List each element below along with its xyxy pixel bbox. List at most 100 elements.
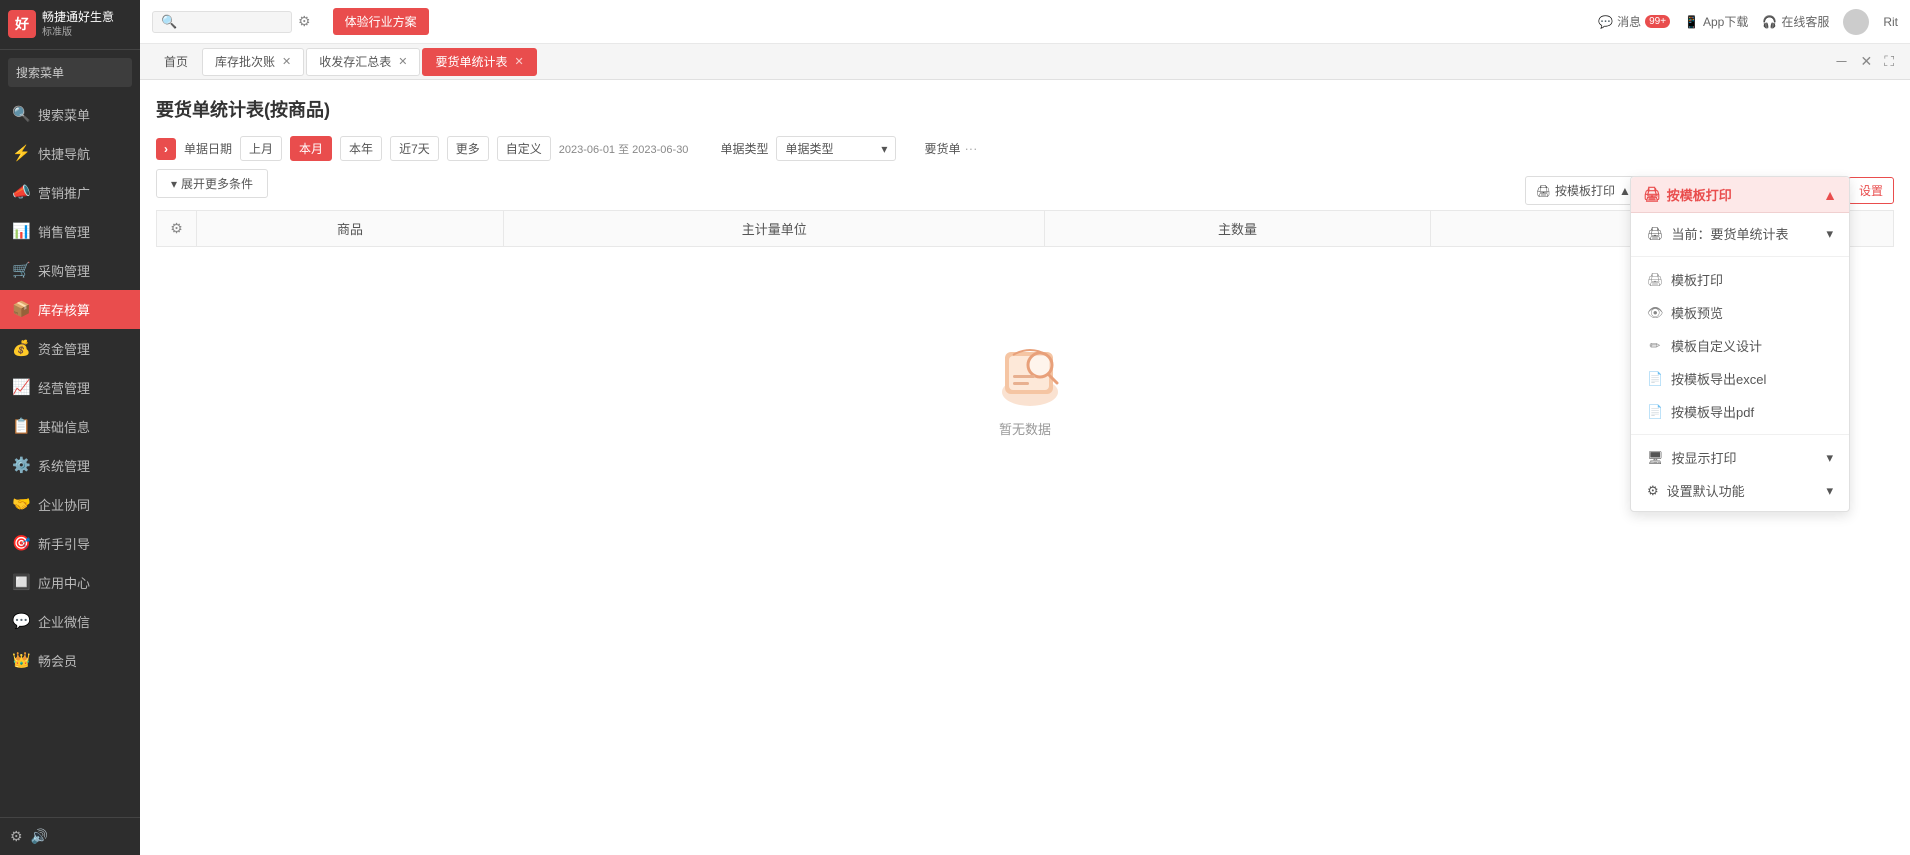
sidebar-item-member[interactable]: 👑 畅会员: [0, 641, 140, 680]
avatar: [1843, 9, 1869, 35]
print-dropdown-btn[interactable]: 🖨 按模板打印 ▲: [1525, 176, 1642, 205]
chevron-right-icon-2: ▾: [1826, 450, 1833, 466]
support-item[interactable]: 🎧 在线客服: [1762, 13, 1829, 30]
app-logo-icon: 好: [8, 10, 36, 38]
crown-icon: 👑: [12, 651, 30, 669]
tab-home[interactable]: 首页: [152, 48, 200, 76]
app-icon: 📱: [1684, 15, 1699, 29]
topbar-gear-btn[interactable]: ⚙: [298, 13, 311, 30]
sidebar-item-wechat[interactable]: 💬 企业微信: [0, 602, 140, 641]
dropdown-template-excel[interactable]: 📄 按模板导出excel: [1631, 362, 1849, 395]
dropdown-template-preview[interactable]: 👁 模板预览: [1631, 296, 1849, 329]
cargo-filter-label: 要货单: [924, 140, 960, 157]
gear-settings-icon: ⚙: [298, 13, 311, 29]
message-icon: 💬: [1598, 15, 1613, 29]
col-product: 商品: [197, 211, 504, 247]
topbar-search-area[interactable]: 🔍: [152, 11, 292, 33]
sidebar-search-btn[interactable]: 搜索菜单: [8, 58, 132, 87]
grid-icon: 🔲: [12, 573, 30, 591]
tab-order-stats[interactable]: 要货单统计表 ✕: [422, 48, 536, 76]
default-func-icon: ⚙: [1647, 483, 1659, 499]
trial-btn[interactable]: 体验行业方案: [333, 8, 429, 35]
printer-icon: 🖨: [1536, 184, 1551, 198]
cart-icon: 🛒: [12, 261, 30, 279]
sidebar-item-sales[interactable]: 📊 销售管理: [0, 212, 140, 251]
date-btn-7days[interactable]: 近7天: [390, 136, 439, 161]
sidebar-sound-btn[interactable]: 🔊: [31, 828, 48, 845]
settings-btn[interactable]: 设置: [1848, 177, 1894, 204]
expand-icon: ▾: [171, 177, 177, 191]
content-area: 要货单统计表(按商品) › 单据日期 上月 本月 本年 近7天 更多 自定义 2…: [140, 80, 1910, 855]
sidebar-item-apps[interactable]: 🔲 应用中心: [0, 563, 140, 602]
sidebar-item-inventory[interactable]: 📦 库存核算: [0, 290, 140, 329]
sidebar-item-finance[interactable]: 💰 资金管理: [0, 329, 140, 368]
sidebar-nav: 🔍 搜索菜单 ⚡ 快捷导航 📣 营销推广 📊 销售管理 🛒 采购管理 📦 库存核…: [0, 95, 140, 817]
filter-expand-btn[interactable]: ›: [156, 138, 176, 160]
dropdown-section-current: 🖨 当前：要货单统计表 ▾: [1631, 213, 1849, 254]
sidebar-item-collab[interactable]: 🤝 企业协同: [0, 485, 140, 524]
sidebar-search-area[interactable]: 搜索菜单: [0, 50, 140, 95]
batch-account-tab-close[interactable]: ✕: [282, 55, 291, 68]
pdf-icon: 📄: [1647, 404, 1663, 420]
dropdown-default-func[interactable]: ⚙ 设置默认功能 ▾: [1631, 474, 1849, 507]
app-download-item[interactable]: 📱 App下载: [1684, 13, 1748, 30]
chevron-right-icon-3: ▾: [1826, 483, 1833, 499]
dropdown-template-pdf[interactable]: 📄 按模板导出pdf: [1631, 395, 1849, 428]
type-filter-select[interactable]: 单据类型 ▾: [776, 136, 896, 161]
topbar-search-input[interactable]: [181, 15, 271, 29]
dropdown-display-print[interactable]: 🖥 按显示打印 ▾: [1631, 441, 1849, 474]
divider-1: [1631, 256, 1849, 257]
sidebar: 好 畅捷通好生意 标准版 搜索菜单 🔍 搜索菜单 ⚡ 快捷导航 📣 营销推广 📊…: [0, 0, 140, 855]
expand-conditions-btn[interactable]: ▾ 展开更多条件: [156, 169, 268, 198]
sidebar-item-search[interactable]: 🔍 搜索菜单: [0, 95, 140, 134]
chevron-down-icon: ▾: [881, 142, 887, 156]
order-stats-tab-close[interactable]: ✕: [515, 55, 524, 68]
sidebar-item-operation[interactable]: 📈 经营管理: [0, 368, 140, 407]
sidebar-settings-btn[interactable]: ⚙: [10, 828, 23, 845]
date-btn-last-month[interactable]: 上月: [240, 136, 282, 161]
sidebar-item-guide[interactable]: 🎯 新手引导: [0, 524, 140, 563]
tab-minimize-btn[interactable]: －: [1830, 50, 1852, 74]
filter-bar: › 单据日期 上月 本月 本年 近7天 更多 自定义 2023-06-01 至 …: [156, 136, 1894, 161]
date-btn-this-year[interactable]: 本年: [340, 136, 382, 161]
col-unit: 主计量单位: [503, 211, 1045, 247]
sidebar-item-marketing[interactable]: 📣 营销推广: [0, 173, 140, 212]
date-btn-custom[interactable]: 自定义: [497, 136, 551, 161]
receipt-summary-tab-close[interactable]: ✕: [398, 55, 407, 68]
sidebar-item-purchase[interactable]: 🛒 采购管理: [0, 251, 140, 290]
dropdown-close-btn[interactable]: ▲: [1823, 187, 1837, 203]
excel-icon: 📄: [1647, 371, 1663, 387]
table-column-settings-icon[interactable]: ⚙: [170, 220, 183, 236]
batch-account-tab-label: 库存批次账: [215, 53, 275, 70]
date-btn-more[interactable]: 更多: [447, 136, 489, 161]
dropdown-template-design[interactable]: ✏ 模板自定义设计: [1631, 329, 1849, 362]
main-area: 🔍 ⚙ 体验行业方案 💬 消息 99+ 📱 App下载 🎧 在线客服: [140, 0, 1910, 855]
current-template-icon: 🖨: [1647, 226, 1664, 242]
money-icon: 💰: [12, 339, 30, 357]
megaphone-icon: 📣: [12, 183, 30, 201]
wechat-icon: 💬: [12, 612, 30, 630]
handshake-icon: 🤝: [12, 495, 30, 513]
home-tab-label: 首页: [164, 53, 188, 70]
dropdown-header: 🖨 按模板打印 ▲: [1631, 177, 1849, 213]
type-filter-label: 单据类型: [720, 140, 768, 157]
topbar-right: 💬 消息 99+ 📱 App下载 🎧 在线客服 Rit: [1598, 9, 1898, 35]
empty-text: 暂无数据: [999, 419, 1051, 438]
message-item[interactable]: 💬 消息 99+: [1598, 13, 1670, 30]
sidebar-item-basic[interactable]: 📋 基础信息: [0, 407, 140, 446]
tab-batch-account[interactable]: 库存批次账 ✕: [202, 48, 304, 76]
more-options-icon[interactable]: ···: [964, 141, 977, 156]
username-label: Rit: [1883, 15, 1898, 29]
date-filter-label: 单据日期: [184, 140, 232, 157]
dropdown-current-template[interactable]: 🖨 当前：要货单统计表 ▾: [1631, 217, 1849, 250]
empty-icon: [985, 327, 1065, 407]
sidebar-item-system[interactable]: ⚙️ 系统管理: [0, 446, 140, 485]
date-btn-this-month[interactable]: 本月: [290, 136, 332, 161]
tab-receipt-summary[interactable]: 收发存汇总表 ✕: [306, 48, 420, 76]
dropdown-template-print[interactable]: 🖨 模板打印: [1631, 263, 1849, 296]
lightning-icon: ⚡: [12, 144, 30, 162]
trend-icon: 📈: [12, 378, 30, 396]
sidebar-item-quick-nav[interactable]: ⚡ 快捷导航: [0, 134, 140, 173]
tab-maximize-btn[interactable]: ⛶: [1880, 51, 1898, 72]
tab-close-btn[interactable]: ✕: [1856, 51, 1876, 72]
